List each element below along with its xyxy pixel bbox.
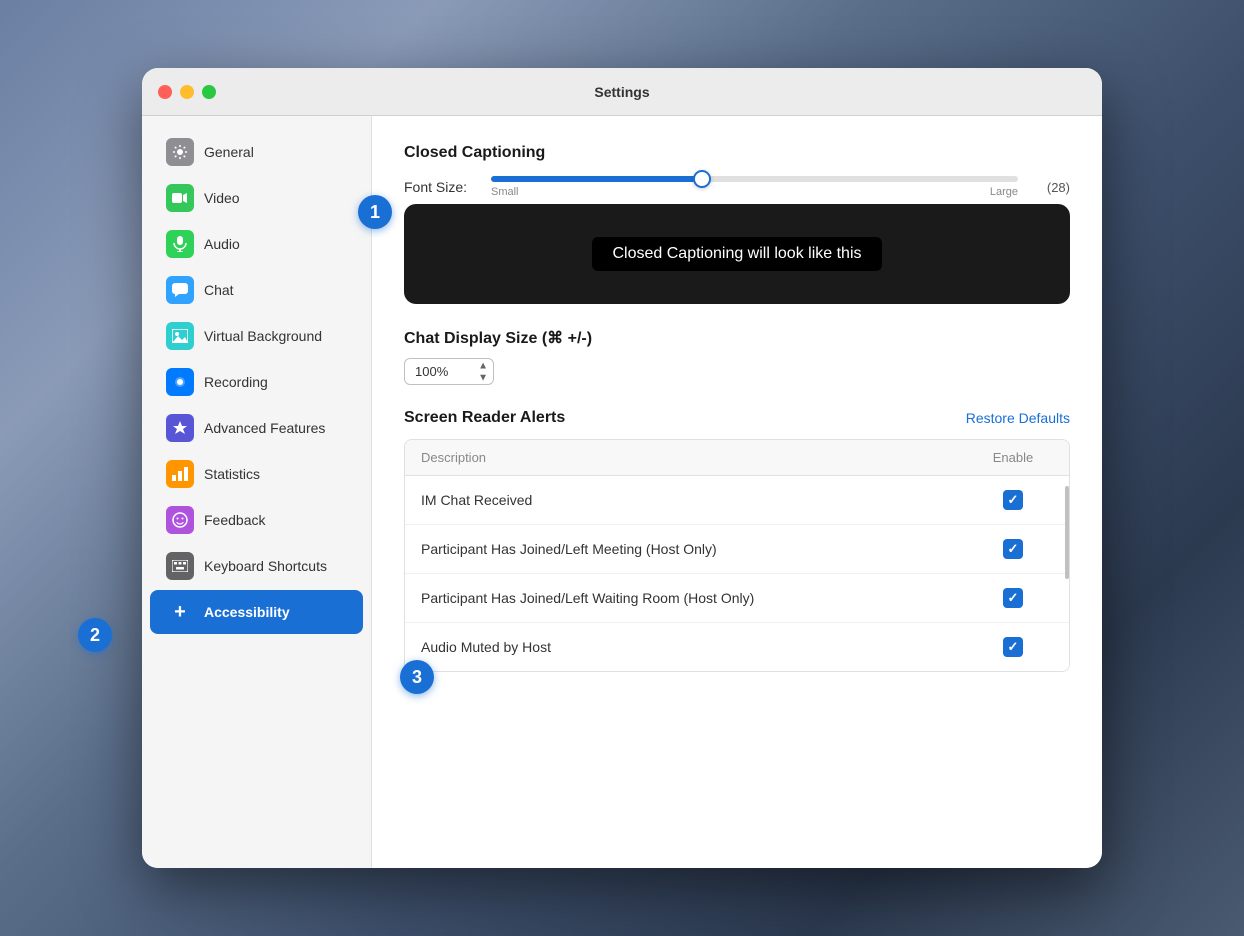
- general-label: General: [204, 144, 254, 160]
- sidebar-item-keyboard-shortcuts[interactable]: Keyboard Shortcuts: [150, 544, 363, 588]
- minimize-button[interactable]: [180, 85, 194, 99]
- slider-large-label: Large: [990, 186, 1018, 198]
- sidebar-item-video[interactable]: Video: [150, 176, 363, 220]
- alert-checkbox-cell-1: [973, 490, 1053, 510]
- table-row: IM Chat Received: [405, 476, 1069, 525]
- alert-description-1: IM Chat Received: [421, 492, 973, 508]
- caption-preview-text: Closed Captioning will look like this: [592, 237, 881, 271]
- slider-fill: [491, 176, 702, 182]
- slider-labels: Small Large: [491, 186, 1018, 198]
- checkbox-1[interactable]: [1003, 490, 1023, 510]
- col-description-header: Description: [421, 450, 973, 465]
- feedback-label: Feedback: [204, 512, 265, 528]
- alert-description-3: Participant Has Joined/Left Waiting Room…: [421, 590, 973, 606]
- chat-display-select-wrapper: 75% 100% 125% 150% ▲ ▼: [404, 358, 494, 385]
- sidebar-item-audio[interactable]: Audio: [150, 222, 363, 266]
- screen-reader-title: Screen Reader Alerts: [404, 409, 565, 427]
- sidebar-item-recording[interactable]: Recording: [150, 360, 363, 404]
- advanced-features-icon: [166, 414, 194, 442]
- close-button[interactable]: [158, 85, 172, 99]
- alert-description-2: Participant Has Joined/Left Meeting (Hos…: [421, 541, 973, 557]
- audio-icon: [166, 230, 194, 258]
- keyboard-shortcuts-label: Keyboard Shortcuts: [204, 558, 327, 574]
- keyboard-shortcuts-icon: [166, 552, 194, 580]
- alert-checkbox-cell-4: [973, 637, 1053, 657]
- scrollbar[interactable]: [1065, 486, 1069, 578]
- alert-checkbox-cell-2: [973, 539, 1053, 559]
- screen-reader-alerts-section: Screen Reader Alerts Restore Defaults De…: [404, 409, 1070, 672]
- content-area: 1 Closed Captioning Font Size:: [372, 116, 1102, 868]
- video-label: Video: [204, 190, 240, 206]
- audio-label: Audio: [204, 236, 240, 252]
- recording-icon: [166, 368, 194, 396]
- maximize-button[interactable]: [202, 85, 216, 99]
- slider-thumb[interactable]: [693, 170, 711, 188]
- restore-defaults-button[interactable]: Restore Defaults: [966, 410, 1070, 426]
- alert-checkbox-cell-3: [973, 588, 1053, 608]
- chat-icon: [166, 276, 194, 304]
- virtual-background-label: Virtual Background: [204, 328, 322, 344]
- font-size-value: (28): [1030, 180, 1070, 195]
- closed-captioning-title: Closed Captioning: [404, 144, 1070, 162]
- col-enable-header: Enable: [973, 450, 1053, 465]
- table-row: Participant Has Joined/Left Meeting (Hos…: [405, 525, 1069, 574]
- accessibility-icon: +: [166, 598, 194, 626]
- sidebar: General Video: [142, 116, 372, 868]
- table-row: Audio Muted by Host: [405, 623, 1069, 671]
- chat-display-section: Chat Display Size (⌘ +/-) 75% 100% 125% …: [404, 328, 1070, 385]
- font-size-slider-container: Small Large: [491, 176, 1018, 198]
- checkbox-3[interactable]: [1003, 588, 1023, 608]
- font-size-row: Font Size: Small Large (: [404, 176, 1070, 198]
- general-icon: [166, 138, 194, 166]
- alerts-table-body: IM Chat Received Participant Has Joined/…: [405, 476, 1069, 671]
- window-title: Settings: [594, 84, 649, 100]
- checkbox-4[interactable]: [1003, 637, 1023, 657]
- advanced-features-label: Advanced Features: [204, 420, 325, 436]
- recording-label: Recording: [204, 374, 268, 390]
- traffic-lights: [158, 85, 216, 99]
- alerts-table-header: Description Enable: [405, 440, 1069, 476]
- statistics-icon: [166, 460, 194, 488]
- sidebar-item-advanced-features[interactable]: Advanced Features: [150, 406, 363, 450]
- accessibility-label: Accessibility: [204, 604, 290, 620]
- sidebar-item-general[interactable]: General: [150, 130, 363, 174]
- font-size-label: Font Size:: [404, 179, 479, 195]
- settings-window: Settings General: [142, 68, 1102, 868]
- chat-display-select[interactable]: 75% 100% 125% 150%: [404, 358, 494, 385]
- checkbox-2[interactable]: [1003, 539, 1023, 559]
- badge-2-overlay: 2: [78, 618, 112, 652]
- virtual-background-icon: [166, 322, 194, 350]
- caption-preview: Closed Captioning will look like this: [404, 204, 1070, 304]
- video-icon: [166, 184, 194, 212]
- main-content: General Video: [142, 116, 1102, 868]
- slider-track: [491, 176, 1018, 182]
- sidebar-item-chat[interactable]: Chat: [150, 268, 363, 312]
- closed-captioning-section: Closed Captioning Font Size: Small Lar: [404, 144, 1070, 304]
- alerts-table: Description Enable IM Chat Received Part…: [404, 439, 1070, 672]
- title-bar: Settings: [142, 68, 1102, 116]
- table-row: Participant Has Joined/Left Waiting Room…: [405, 574, 1069, 623]
- chat-label: Chat: [204, 282, 234, 298]
- sidebar-item-virtual-background[interactable]: Virtual Background: [150, 314, 363, 358]
- statistics-label: Statistics: [204, 466, 260, 482]
- chat-display-title: Chat Display Size (⌘ +/-): [404, 328, 1070, 348]
- sidebar-item-feedback[interactable]: Feedback: [150, 498, 363, 542]
- sidebar-item-accessibility[interactable]: + Accessibility: [150, 590, 363, 634]
- feedback-icon: [166, 506, 194, 534]
- alert-description-4: Audio Muted by Host: [421, 639, 973, 655]
- screen-reader-header: Screen Reader Alerts Restore Defaults: [404, 409, 1070, 427]
- sidebar-item-statistics[interactable]: Statistics: [150, 452, 363, 496]
- slider-small-label: Small: [491, 186, 519, 198]
